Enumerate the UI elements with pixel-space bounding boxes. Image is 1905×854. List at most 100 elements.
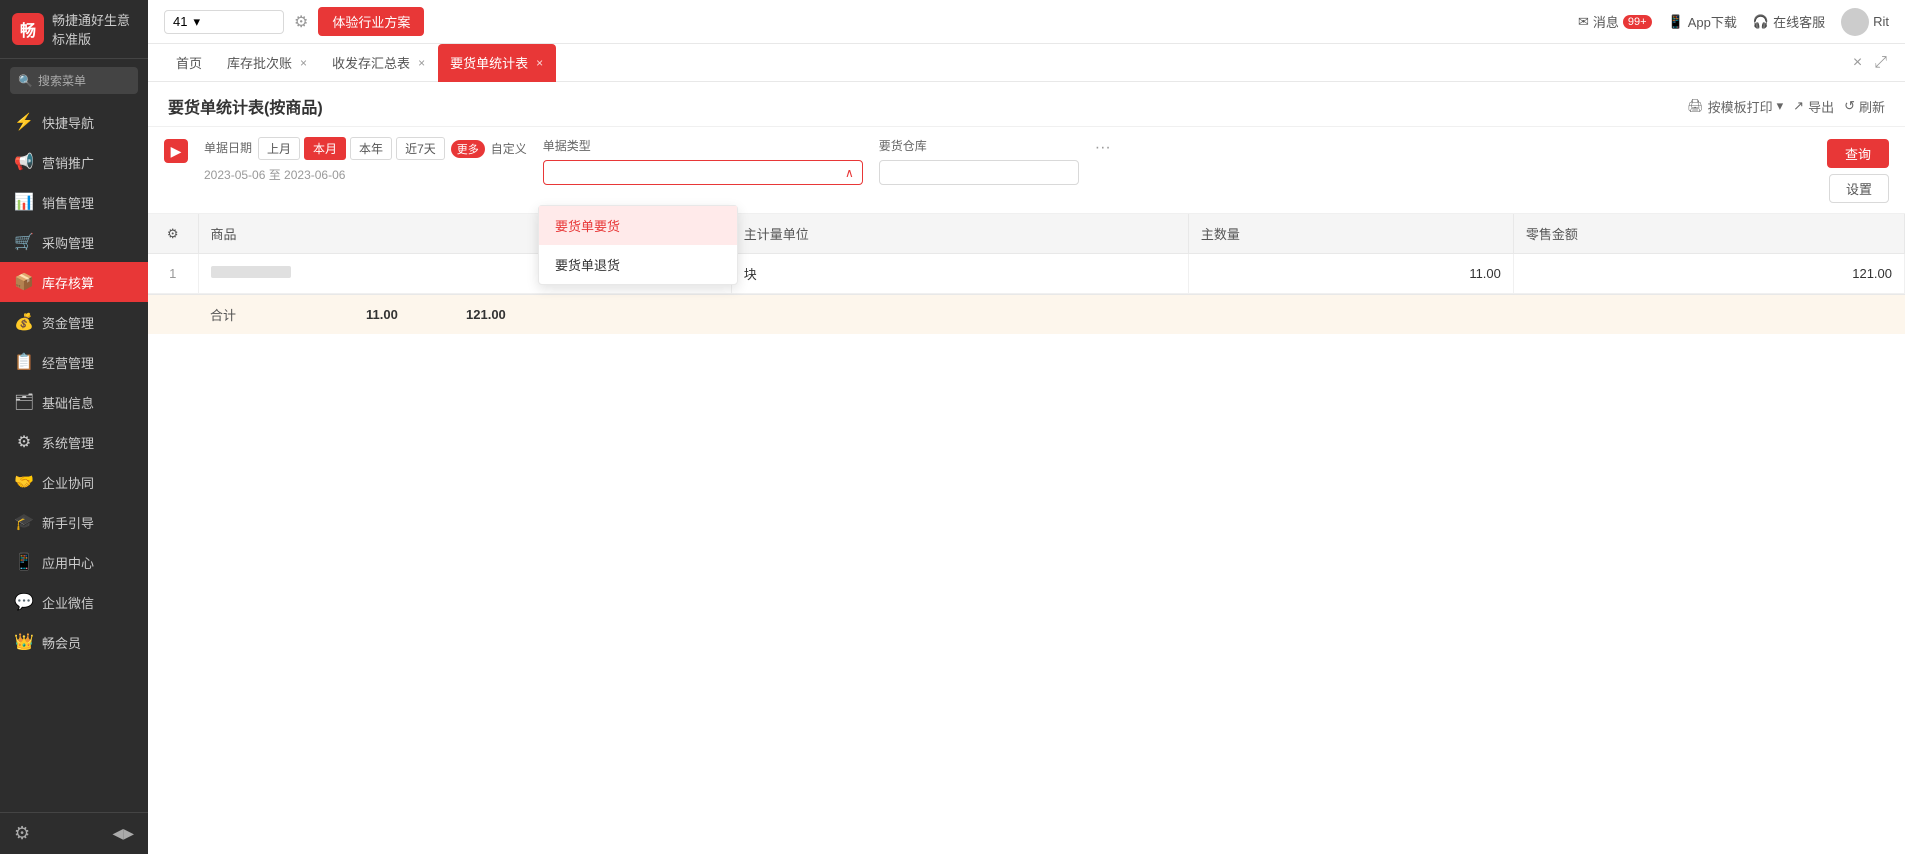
- sidebar-item-label: 营销推广: [42, 153, 94, 172]
- sidebar-item-label: 库存核算: [42, 273, 94, 292]
- user-avatar[interactable]: Rit: [1841, 8, 1889, 36]
- messages-button[interactable]: ✉ 消息 99+: [1578, 12, 1652, 31]
- more-dates-badge[interactable]: 更多: [451, 140, 485, 158]
- page-title: 要货单统计表(按商品): [168, 94, 323, 118]
- sidebar-item-marketing[interactable]: 📢 营销推广: [0, 142, 148, 182]
- expand-tab-button[interactable]: ⤢: [1872, 52, 1889, 74]
- quick-nav-icon: ⚡: [14, 112, 34, 132]
- settings-icon[interactable]: ⚙: [294, 12, 308, 32]
- tab-order-stats[interactable]: 要货单统计表×: [438, 44, 556, 82]
- col-unit: 主计量单位: [731, 214, 1188, 254]
- page-content: 要货单统计表(按商品) 🖨 按模板打印 ▾ ↗ 导出 ↺ 刷新: [148, 82, 1905, 854]
- sidebar-item-label: 应用中心: [42, 553, 94, 572]
- operations-icon: 📋: [14, 352, 34, 372]
- tab-close-icon[interactable]: ×: [418, 57, 425, 69]
- sidebar-item-quick-nav[interactable]: ⚡ 快捷导航: [0, 102, 148, 142]
- warehouse-filter-input[interactable]: [879, 160, 1079, 185]
- col-settings[interactable]: ⚙: [148, 214, 198, 254]
- date-btn-this-year[interactable]: 本年: [350, 137, 392, 160]
- tab-close-icon[interactable]: ×: [536, 57, 543, 69]
- sidebar-item-guide[interactable]: 🎓 新手引导: [0, 502, 148, 542]
- page-inner: 要货单统计表(按商品) 🖨 按模板打印 ▾ ↗ 导出 ↺ 刷新: [148, 82, 1905, 854]
- query-button[interactable]: 查询: [1827, 139, 1889, 168]
- footer-amount: 121.00: [466, 307, 546, 322]
- type-input-field[interactable]: [552, 165, 841, 180]
- cell-amount: 121.00: [1513, 254, 1904, 294]
- sidebar-logo: 畅 畅捷通好生意 标准版: [0, 0, 148, 59]
- sales-icon: 📊: [14, 192, 34, 212]
- avatar-image: [1841, 8, 1869, 36]
- page-header-actions: 🖨 按模板打印 ▾ ↗ 导出 ↺ 刷新: [1687, 97, 1885, 116]
- date-buttons: 上月本月本年近7天: [258, 137, 445, 160]
- main-content: 41 ▾ ⚙ 体验行业方案 ✉ 消息 99+ 📱 App下载 🎧 在线客服 R: [148, 0, 1905, 854]
- basic-icon: 🗂: [14, 392, 34, 412]
- close-tab-button[interactable]: ×: [1851, 52, 1864, 74]
- sidebar-item-label: 经营管理: [42, 353, 94, 372]
- cell-unit: 块: [731, 254, 1188, 294]
- export-button[interactable]: ↗ 导出: [1793, 97, 1834, 116]
- topbar-company-select[interactable]: 41 ▾: [164, 10, 284, 34]
- guide-icon: 🎓: [14, 512, 34, 532]
- inventory-icon: 📦: [14, 272, 34, 292]
- finance-icon: 💰: [14, 312, 34, 332]
- topbar: 41 ▾ ⚙ 体验行业方案 ✉ 消息 99+ 📱 App下载 🎧 在线客服 R: [148, 0, 1905, 44]
- table-body: 1 块 11.00 121.00: [148, 254, 1905, 294]
- warehouse-input-field[interactable]: [888, 165, 1070, 180]
- collapse-icon[interactable]: ◀▶: [112, 825, 134, 842]
- sidebar-item-label: 快捷导航: [42, 113, 94, 132]
- dropdown-item-order-purchase[interactable]: 要货单要货: [539, 206, 737, 245]
- column-settings-icon[interactable]: ⚙: [167, 226, 179, 241]
- dropdown-item-order-return[interactable]: 要货单退货: [539, 245, 737, 284]
- trial-button[interactable]: 体验行业方案: [318, 7, 424, 36]
- tabs-container: 首页库存批次账×收发存汇总表×要货单统计表×: [164, 44, 556, 82]
- filter-more-icon[interactable]: ···: [1095, 139, 1111, 157]
- system-icon: ⚙: [14, 432, 34, 452]
- cell-num: 1: [148, 254, 198, 294]
- sidebar-item-label: 系统管理: [42, 433, 94, 452]
- type-filter-group: 单据类型 ∧: [543, 137, 863, 185]
- sidebar-search[interactable]: 🔍 搜索菜单: [10, 67, 138, 94]
- tab-home[interactable]: 首页: [164, 44, 215, 82]
- member-icon: 👑: [14, 632, 34, 652]
- type-dropdown-arrow-icon[interactable]: ∧: [845, 166, 854, 180]
- message-icon: ✉: [1578, 14, 1589, 30]
- sidebar-item-app-center[interactable]: 📱 应用中心: [0, 542, 148, 582]
- tab-close-icon[interactable]: ×: [300, 57, 307, 69]
- app-center-icon: 📱: [14, 552, 34, 572]
- sidebar-item-wechat[interactable]: 💬 企业微信: [0, 582, 148, 622]
- cell-qty: 11.00: [1188, 254, 1513, 294]
- logo-icon: 畅: [12, 13, 44, 45]
- date-btn-prev-month[interactable]: 上月: [258, 137, 300, 160]
- sidebar-item-operations[interactable]: 📋 经营管理: [0, 342, 148, 382]
- sidebar-item-label: 新手引导: [42, 513, 94, 532]
- sidebar-item-member[interactable]: 👑 畅会员: [0, 622, 148, 662]
- footer-qty: 11.00: [366, 307, 446, 322]
- print-template-button[interactable]: 🖨 按模板打印 ▾: [1687, 97, 1783, 116]
- sidebar-item-finance[interactable]: 💰 资金管理: [0, 302, 148, 342]
- refresh-button[interactable]: ↺ 刷新: [1844, 97, 1885, 116]
- settings-icon[interactable]: ⚙: [14, 823, 30, 844]
- topbar-left: 41 ▾ ⚙ 体验行业方案: [164, 7, 424, 36]
- filter-expand-button[interactable]: ▶: [164, 139, 188, 163]
- sidebar-item-system[interactable]: ⚙ 系统管理: [0, 422, 148, 462]
- type-filter-input[interactable]: ∧: [543, 160, 863, 185]
- date-btn-this-month[interactable]: 本月: [304, 137, 346, 160]
- sidebar-item-basic[interactable]: 🗂 基础信息: [0, 382, 148, 422]
- online-service-button[interactable]: 🎧 在线客服: [1753, 12, 1825, 31]
- sidebar-item-label: 采购管理: [42, 233, 94, 252]
- warehouse-filter-group: 要货仓库: [879, 137, 1079, 185]
- sidebar-item-purchase[interactable]: 🛒 采购管理: [0, 222, 148, 262]
- dropdown-arrow-icon: ▾: [1777, 98, 1784, 114]
- app-download-button[interactable]: 📱 App下载: [1668, 12, 1737, 31]
- sidebar-item-sales[interactable]: 📊 销售管理: [0, 182, 148, 222]
- tab-inventory-batch[interactable]: 库存批次账×: [215, 44, 320, 82]
- sidebar-item-label: 企业微信: [42, 593, 94, 612]
- custom-date-button[interactable]: 自定义: [491, 140, 527, 157]
- sidebar-item-inventory[interactable]: 📦 库存核算: [0, 262, 148, 302]
- date-filter-row: 单据日期 上月本月本年近7天 更多 自定义: [204, 137, 527, 160]
- date-btn-last7days[interactable]: 近7天: [396, 137, 445, 160]
- tab-recv-summary[interactable]: 收发存汇总表×: [320, 44, 438, 82]
- col-qty: 主数量: [1188, 214, 1513, 254]
- sidebar-item-enterprise[interactable]: 🤝 企业协同: [0, 462, 148, 502]
- settings-button[interactable]: 设置: [1829, 174, 1889, 203]
